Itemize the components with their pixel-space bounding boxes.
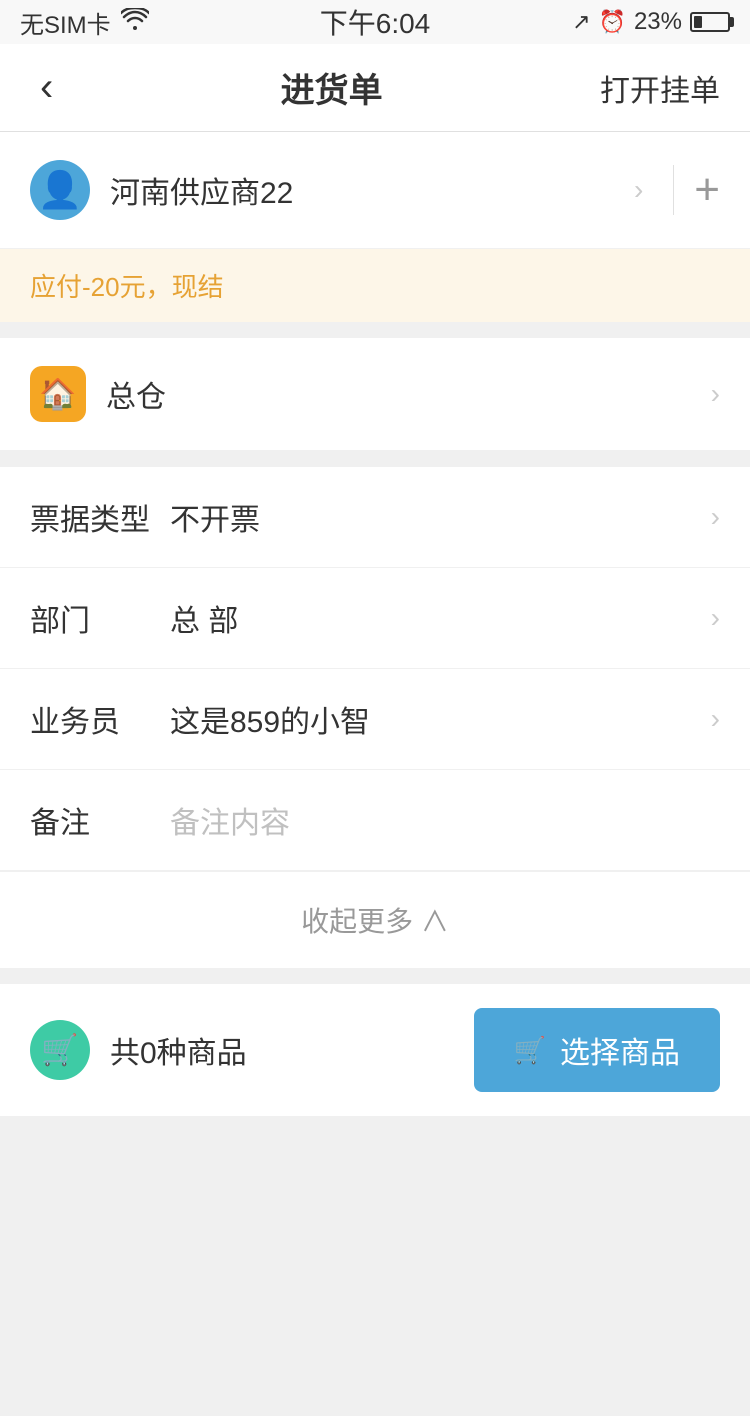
location-icon: ↗ (572, 9, 590, 35)
status-time: 下午6:04 (320, 2, 431, 42)
notice-text: 应付-20元，现结 (30, 272, 224, 302)
supplier-row-right: › + (634, 165, 720, 215)
open-pending-button[interactable]: 打开挂单 (600, 66, 720, 110)
back-button[interactable]: ‹ (30, 55, 63, 120)
warehouse-row[interactable]: 🏠 总仓 › (0, 338, 750, 451)
supplier-row[interactable]: 👤 河南供应商22 › + (0, 132, 750, 249)
carrier-label: 无SIM卡 (20, 5, 111, 40)
ticket-type-label: 票据类型 (30, 495, 150, 539)
form-section: 票据类型 不开票 › 部门 总 部 › 业务员 这是859的小智 › 备注 备注… (0, 467, 750, 968)
battery-percent: 23% (634, 8, 682, 36)
product-icon-wrap: 🛒 (30, 1020, 90, 1080)
select-btn-icon: 🛒 (514, 1035, 546, 1066)
house-icon: 🏠 (39, 377, 76, 412)
department-row[interactable]: 部门 总 部 › (0, 568, 750, 669)
cart-icon: 🛒 (41, 1033, 78, 1068)
warehouse-chevron-icon: › (711, 378, 720, 410)
warehouse-name: 总仓 (106, 372, 711, 416)
salesperson-chevron-icon: › (711, 703, 720, 735)
supplier-name: 河南供应商22 (110, 168, 634, 212)
content: 👤 河南供应商22 › + 应付-20元，现结 🏠 总仓 › 票据类型 不开票 … (0, 132, 750, 1416)
department-value: 总 部 (170, 596, 711, 640)
salesperson-label: 业务员 (30, 697, 150, 741)
remark-label: 备注 (30, 798, 150, 842)
status-left: 无SIM卡 (20, 5, 149, 40)
bottom-bar: 🛒 共0种商品 🛒 选择商品 (0, 984, 750, 1116)
add-supplier-button[interactable]: + (673, 165, 720, 215)
nav-bar: ‹ 进货单 打开挂单 (0, 44, 750, 132)
warehouse-icon-wrap: 🏠 (30, 366, 86, 422)
person-icon: 👤 (38, 169, 83, 211)
department-label: 部门 (30, 596, 150, 640)
ticket-chevron-icon: › (711, 501, 720, 533)
remark-placeholder: 备注内容 (170, 798, 720, 842)
page-title: 进货单 (281, 63, 383, 112)
salesperson-value: 这是859的小智 (170, 697, 711, 741)
select-btn-label: 选择商品 (560, 1028, 680, 1072)
supplier-avatar: 👤 (30, 160, 90, 220)
select-product-button[interactable]: 🛒 选择商品 (474, 1008, 720, 1092)
status-bar: 无SIM卡 下午6:04 ↗ ⏰ 23% (0, 0, 750, 44)
notice-bar: 应付-20元，现结 (0, 249, 750, 322)
battery-icon (690, 12, 730, 32)
wifi-icon (121, 8, 149, 37)
product-info: 🛒 共0种商品 (30, 1020, 247, 1080)
page-fill (0, 1116, 750, 1416)
status-right: ↗ ⏰ 23% (572, 8, 730, 36)
department-chevron-icon: › (711, 602, 720, 634)
alarm-icon: ⏰ (599, 9, 626, 35)
ticket-type-value: 不开票 (170, 495, 711, 539)
ticket-type-row[interactable]: 票据类型 不开票 › (0, 467, 750, 568)
remark-row[interactable]: 备注 备注内容 (0, 770, 750, 871)
salesperson-row[interactable]: 业务员 这是859的小智 › (0, 669, 750, 770)
section-divider-2 (0, 451, 750, 467)
collapse-label: 收起更多 ∧ (301, 900, 449, 940)
supplier-chevron-icon: › (634, 174, 643, 206)
product-count: 共0种商品 (110, 1028, 247, 1072)
collapse-row[interactable]: 收起更多 ∧ (0, 871, 750, 968)
supplier-section: 👤 河南供应商22 › + 应付-20元，现结 (0, 132, 750, 322)
section-divider-1 (0, 322, 750, 338)
